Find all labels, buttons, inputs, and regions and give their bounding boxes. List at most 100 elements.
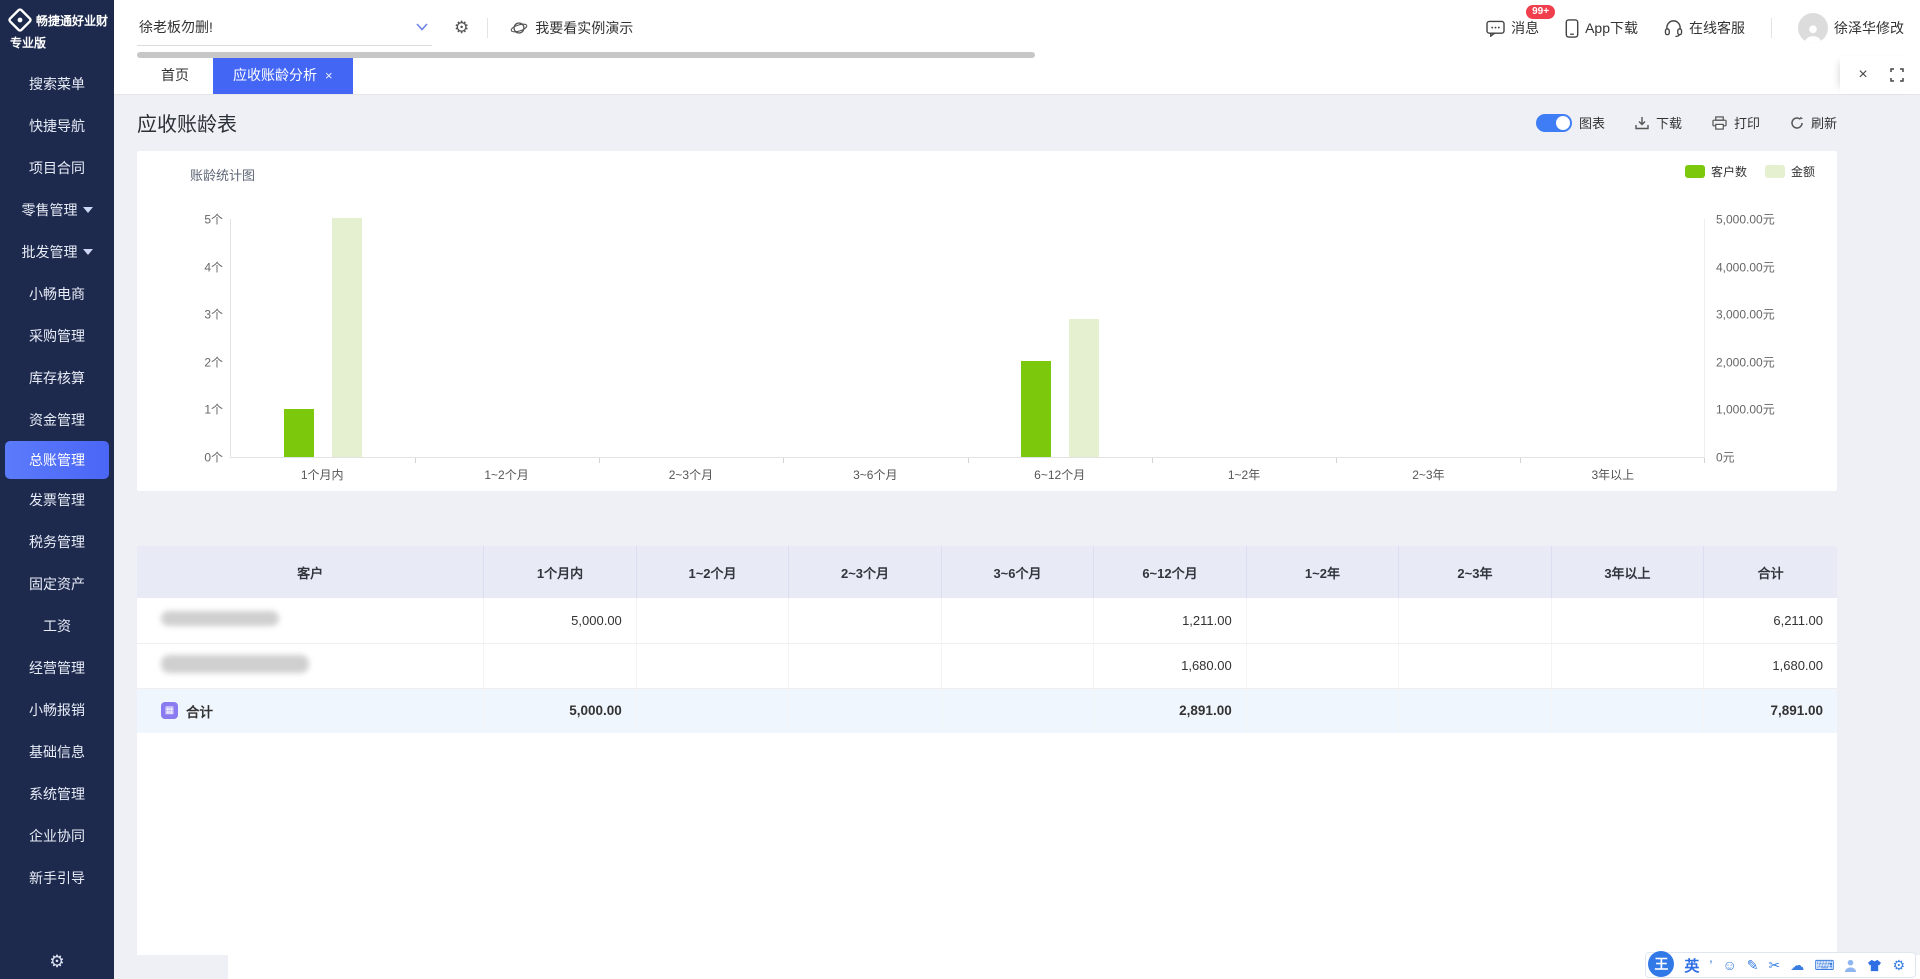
scissors-icon[interactable]: ✂	[1768, 958, 1780, 972]
table-row: 5,000.00 1,211.00 6,211.00	[137, 598, 1837, 644]
demo-link[interactable]: 我要看实例演示	[510, 18, 633, 38]
bar-group	[1336, 219, 1522, 463]
sidebar-item-inventory[interactable]: 库存核算	[0, 357, 114, 399]
y-axis-tick: 0个	[204, 450, 223, 465]
main-area: 徐老板勿删! ⚙ 我要看实例演示 99+ 消息 App下载 在线客服 徐泽华修改…	[114, 0, 1920, 979]
refresh-icon	[1791, 116, 1803, 129]
planet-icon	[510, 22, 528, 34]
sidebar-item-base-info[interactable]: 基础信息	[0, 731, 114, 773]
download-icon	[1635, 116, 1649, 129]
pencil-icon[interactable]: ✎	[1747, 958, 1759, 972]
sidebar-item-quick-nav[interactable]: 快捷导航	[0, 105, 114, 147]
total-label-cell: ▦ 合计	[137, 688, 485, 733]
punctuation-icon[interactable]: ’	[1709, 958, 1712, 972]
sidebar-item-collaboration[interactable]: 企业协同	[0, 815, 114, 857]
cloud-icon[interactable]: ☁	[1790, 958, 1804, 972]
bar-group	[1152, 219, 1337, 463]
sidebar-item-general-ledger[interactable]: 总账管理	[5, 441, 109, 479]
sidebar-item-system[interactable]: 系统管理	[0, 773, 114, 815]
toggle-switch[interactable]	[1535, 113, 1572, 132]
bar-amount[interactable]	[332, 218, 363, 457]
bar-customers[interactable]	[1020, 361, 1051, 457]
x-axis-label: 1~2年	[1227, 468, 1261, 482]
tab-home[interactable]: 首页	[137, 56, 213, 94]
tab-receivable-aging[interactable]: 应收账龄分析 ×	[213, 56, 353, 94]
sidebar-item-retail[interactable]: 零售管理	[0, 189, 114, 231]
print-button[interactable]: 打印	[1712, 113, 1760, 132]
user-name: 徐泽华修改	[1834, 20, 1904, 36]
gear-icon[interactable]: ⚙	[454, 18, 469, 38]
person-icon[interactable]	[1844, 959, 1857, 972]
table-row: 1,680.00 1,680.00	[137, 643, 1837, 689]
scrollbar-thumb[interactable]	[137, 52, 1035, 58]
page-controls: 图表 下载 打印 刷新	[1535, 113, 1837, 132]
company-dropdown[interactable]: 徐老板勿删!	[137, 11, 432, 46]
printer-icon	[1712, 115, 1727, 130]
legend-swatch	[1764, 165, 1785, 178]
online-support-button[interactable]: 在线客服	[1664, 18, 1745, 38]
redacted-customer-name	[161, 655, 309, 673]
sidebar-item-search-menu[interactable]: 搜索菜单	[0, 63, 114, 105]
sidebar-item-expense[interactable]: 小畅报销	[0, 689, 114, 731]
sidebar-item-wholesale[interactable]: 批发管理	[0, 231, 114, 273]
legend-customers[interactable]: 客户数	[1684, 163, 1747, 180]
aging-table-card: 客户 1个月内 1~2个月 2~3个月 3~6个月 6~12个月 1~2年 2~…	[137, 546, 1837, 955]
emoji-icon[interactable]: ☺	[1722, 958, 1736, 972]
sidebar-item-funds[interactable]: 资金管理	[0, 399, 114, 441]
sidebar-item-beginner-guide[interactable]: 新手引导	[0, 857, 114, 899]
divider	[487, 18, 489, 38]
chart-title: 账龄统计图	[190, 168, 256, 183]
messages-button[interactable]: 99+ 消息	[1486, 5, 1556, 38]
brand-name: 畅捷通好业财	[36, 13, 109, 28]
sidebar-item-payroll[interactable]: 工资	[0, 605, 114, 647]
ime-logo[interactable]: 王	[1648, 950, 1675, 977]
y2-axis-tick: 3,000.00元	[1716, 307, 1775, 322]
sidebar-settings[interactable]: ⚙	[0, 945, 114, 979]
fullscreen-icon[interactable]	[1882, 60, 1912, 90]
gear-icon: ⚙	[49, 952, 65, 971]
sidebar-item-operations[interactable]: 经营管理	[0, 647, 114, 689]
sidebar-item-purchasing[interactable]: 采购管理	[0, 315, 114, 357]
chevron-down-icon	[82, 207, 93, 213]
col-total: 合计	[1703, 546, 1837, 598]
company-name: 徐老板勿删!	[139, 18, 213, 35]
headset-icon	[1664, 20, 1683, 37]
y2-axis-tick: 0元	[1716, 450, 1735, 465]
aging-table: 客户 1个月内 1~2个月 2~3个月 3~6个月 6~12个月 1~2年 2~…	[137, 546, 1837, 733]
sidebar-item-fixed-assets[interactable]: 固定资产	[0, 563, 114, 605]
table-total-row: ▦ 合计 5,000.00 2,891.00 7,891.00	[137, 688, 1837, 733]
x-axis-label: 1~2个月	[484, 468, 529, 482]
app-download-button[interactable]: App下载	[1565, 18, 1638, 38]
sidebar-item-project-contract[interactable]: 项目合同	[0, 147, 114, 189]
avatar	[1798, 13, 1828, 43]
table-header-row: 客户 1个月内 1~2个月 2~3个月 3~6个月 6~12个月 1~2年 2~…	[137, 546, 1837, 598]
divider	[1771, 18, 1772, 38]
bar-customers[interactable]	[284, 409, 315, 457]
bar-group	[231, 218, 417, 463]
gear-icon[interactable]: ⚙	[1892, 958, 1905, 972]
legend-amount[interactable]: 金额	[1764, 163, 1815, 180]
x-axis-label: 2~3年	[1412, 468, 1445, 482]
sidebar-item-ecommerce[interactable]: 小畅电商	[0, 273, 114, 315]
tab-bar: 首页 应收账龄分析 × ×	[114, 52, 1920, 95]
y-axis-tick: 5个	[204, 212, 223, 227]
bar-amount[interactable]	[1068, 319, 1099, 457]
user-menu[interactable]: 徐泽华修改	[1798, 13, 1904, 43]
download-button[interactable]: 下载	[1635, 113, 1682, 132]
chart-toggle[interactable]: 图表	[1535, 113, 1605, 132]
close-icon[interactable]: ×	[325, 69, 333, 82]
sidebar-item-tax[interactable]: 税务管理	[0, 521, 114, 563]
ime-language-toggle[interactable]: 英	[1684, 955, 1699, 976]
keyboard-icon[interactable]: ⌨	[1814, 958, 1834, 972]
redacted-customer-name	[161, 611, 279, 627]
bar-group	[415, 219, 601, 463]
skin-icon[interactable]	[1867, 959, 1882, 972]
close-icon[interactable]: ×	[1848, 60, 1878, 90]
x-axis-labels: 1个月内 1~2个月 2~3个月 3~6个月 6~12个月 1~2年 2~3年 …	[230, 466, 1705, 483]
col-3y-plus: 3年以上	[1551, 546, 1705, 598]
y2-axis-tick: 1,000.00元	[1716, 402, 1775, 417]
refresh-button[interactable]: 刷新	[1790, 113, 1837, 132]
bottom-strip: 王 英 ’ ☺ ✎ ✂ ☁ ⌨ ⚙	[228, 950, 1920, 979]
sidebar-item-invoices[interactable]: 发票管理	[0, 479, 114, 521]
chart-plot: 0个 1个 2个 3个 4个 5个 0元 1,000.00元 2,000.00元…	[204, 213, 1774, 465]
